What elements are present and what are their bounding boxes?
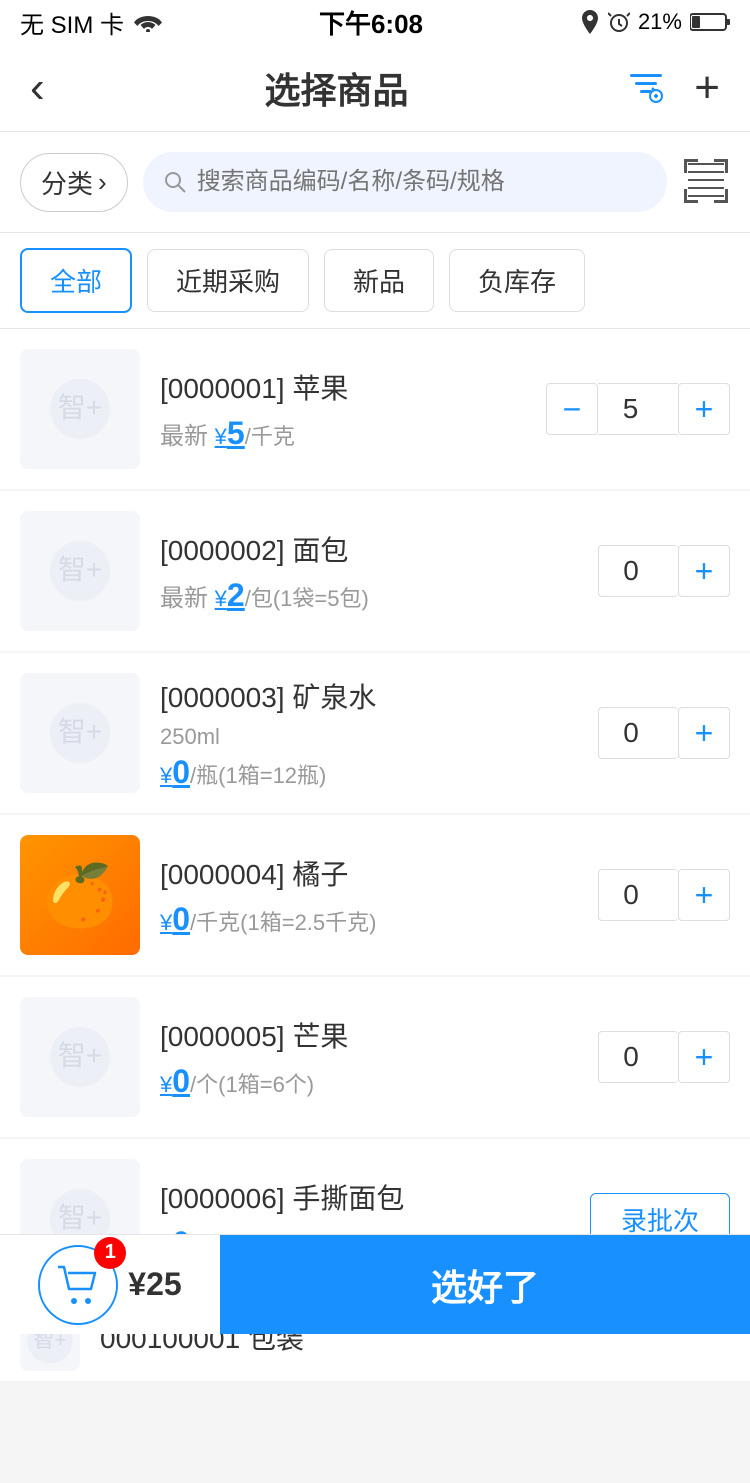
- scan-icon: [682, 157, 730, 205]
- svg-text:智+: 智+: [58, 1202, 102, 1233]
- placeholder-logo-icon: 智+: [40, 1017, 120, 1097]
- product-name: [0000005] 芒果: [160, 1015, 578, 1055]
- product-info-0000004: [0000004] 橘子 ¥0/千克(1箱=2.5千克): [160, 853, 578, 938]
- product-name: [0000002] 面包: [160, 529, 578, 569]
- confirm-button[interactable]: 选好了: [220, 1235, 750, 1334]
- increment-button[interactable]: +: [678, 1031, 730, 1083]
- product-spec: 250ml: [160, 724, 578, 750]
- tab-bar: 全部 近期采购 新品 负库存: [0, 233, 750, 329]
- product-image-0000001: 智+: [20, 349, 140, 469]
- product-item: 智+ [0000002] 面包 最新 ¥2/包(1袋=5包) +: [0, 491, 750, 651]
- cart-icon: [56, 1265, 100, 1305]
- product-image-0000003: 智+: [20, 673, 140, 793]
- search-icon: [163, 170, 187, 194]
- tab-all[interactable]: 全部: [20, 248, 132, 313]
- product-price: ¥0/个(1箱=6个): [160, 1063, 578, 1100]
- back-button[interactable]: ‹: [30, 66, 45, 110]
- cart-section: 1 ¥25: [0, 1245, 220, 1325]
- product-item: 智+ [0000003] 矿泉水 250ml ¥0/瓶(1箱=12瓶) +: [0, 653, 750, 813]
- placeholder-logo-icon: 智+: [40, 369, 120, 449]
- category-label: 分类: [41, 164, 93, 201]
- quantity-control-0000001: − +: [546, 383, 730, 435]
- filter-icon: [628, 68, 664, 104]
- decrement-button[interactable]: −: [546, 383, 598, 435]
- product-image-0000002: 智+: [20, 511, 140, 631]
- tab-new[interactable]: 新品: [324, 249, 434, 312]
- product-name: [0000004] 橘子: [160, 853, 578, 893]
- increment-button[interactable]: +: [678, 707, 730, 759]
- product-price: ¥0/千克(1箱=2.5千克): [160, 901, 578, 938]
- alarm-icon: [608, 11, 630, 33]
- product-name: [0000001] 苹果: [160, 367, 526, 407]
- filter-button[interactable]: [628, 68, 664, 107]
- svg-text:智+: 智+: [58, 716, 102, 747]
- cart-total: ¥25: [128, 1266, 181, 1303]
- scan-button[interactable]: [682, 157, 730, 208]
- svg-text:智+: 智+: [58, 1040, 102, 1071]
- product-code: [0000001]: [160, 373, 292, 404]
- quantity-input[interactable]: [598, 383, 678, 435]
- increment-button[interactable]: +: [678, 545, 730, 597]
- bottom-bar: 1 ¥25 选好了: [0, 1234, 750, 1334]
- quantity-control-0000004: +: [598, 869, 730, 921]
- product-name: [0000006] 手撕面包: [160, 1177, 570, 1217]
- quantity-input[interactable]: [598, 545, 678, 597]
- quantity-control-0000002: +: [598, 545, 730, 597]
- cart-badge: 1: [94, 1237, 126, 1269]
- nav-bar: ‹ 选择商品 +: [0, 44, 750, 132]
- nav-actions: +: [628, 66, 720, 110]
- quantity-control-0000003: +: [598, 707, 730, 759]
- category-chevron: ›: [98, 167, 107, 198]
- product-item: 智+ [0000001] 苹果 最新 ¥5/千克 − +: [0, 329, 750, 489]
- quantity-input[interactable]: [598, 1031, 678, 1083]
- product-item: 🍊 [0000004] 橘子 ¥0/千克(1箱=2.5千克) +: [0, 815, 750, 975]
- search-input-wrap[interactable]: [143, 152, 667, 212]
- product-info-0000005: [0000005] 芒果 ¥0/个(1箱=6个): [160, 1015, 578, 1100]
- cart-icon-wrap[interactable]: 1: [38, 1245, 118, 1325]
- status-network: 无 SIM 卡: [20, 5, 124, 40]
- search-bar: 分类 ›: [0, 132, 750, 233]
- tab-negative-stock[interactable]: 负库存: [449, 249, 585, 312]
- battery-icon: [690, 11, 730, 33]
- svg-text:智+: 智+: [58, 392, 102, 423]
- product-info-0000003: [0000003] 矿泉水 250ml ¥0/瓶(1箱=12瓶): [160, 676, 578, 791]
- product-price: ¥0/瓶(1箱=12瓶): [160, 754, 578, 791]
- add-button[interactable]: +: [694, 66, 720, 110]
- product-item: 智+ [0000005] 芒果 ¥0/个(1箱=6个) +: [0, 977, 750, 1137]
- product-info-0000001: [0000001] 苹果 最新 ¥5/千克: [160, 367, 526, 452]
- status-bar: 无 SIM 卡 下午6:08 21%: [0, 0, 750, 44]
- quantity-input[interactable]: [598, 869, 678, 921]
- tab-recent[interactable]: 近期采购: [147, 249, 309, 312]
- status-time: 下午6:08: [319, 4, 423, 41]
- increment-button[interactable]: +: [678, 383, 730, 435]
- location-icon: [580, 10, 600, 34]
- category-button[interactable]: 分类 ›: [20, 153, 128, 212]
- status-right: 21%: [580, 9, 730, 35]
- increment-button[interactable]: +: [678, 869, 730, 921]
- product-info-0000002: [0000002] 面包 最新 ¥2/包(1袋=5包): [160, 529, 578, 614]
- product-price: 最新 ¥5/千克: [160, 415, 526, 452]
- product-image-0000004: 🍊: [20, 835, 140, 955]
- battery-percent: 21%: [638, 9, 682, 35]
- wifi-icon: [134, 12, 162, 32]
- placeholder-logo-icon: 智+: [40, 531, 120, 611]
- page-title: 选择商品: [264, 62, 408, 114]
- quantity-control-0000005: +: [598, 1031, 730, 1083]
- status-left: 无 SIM 卡: [20, 5, 162, 40]
- product-name: [0000003] 矿泉水: [160, 676, 578, 716]
- placeholder-logo-icon: 智+: [40, 693, 120, 773]
- svg-text:智+: 智+: [58, 554, 102, 585]
- quantity-input[interactable]: [598, 707, 678, 759]
- product-price: 最新 ¥2/包(1袋=5包): [160, 577, 578, 614]
- search-input[interactable]: [197, 168, 647, 196]
- product-image-0000005: 智+: [20, 997, 140, 1117]
